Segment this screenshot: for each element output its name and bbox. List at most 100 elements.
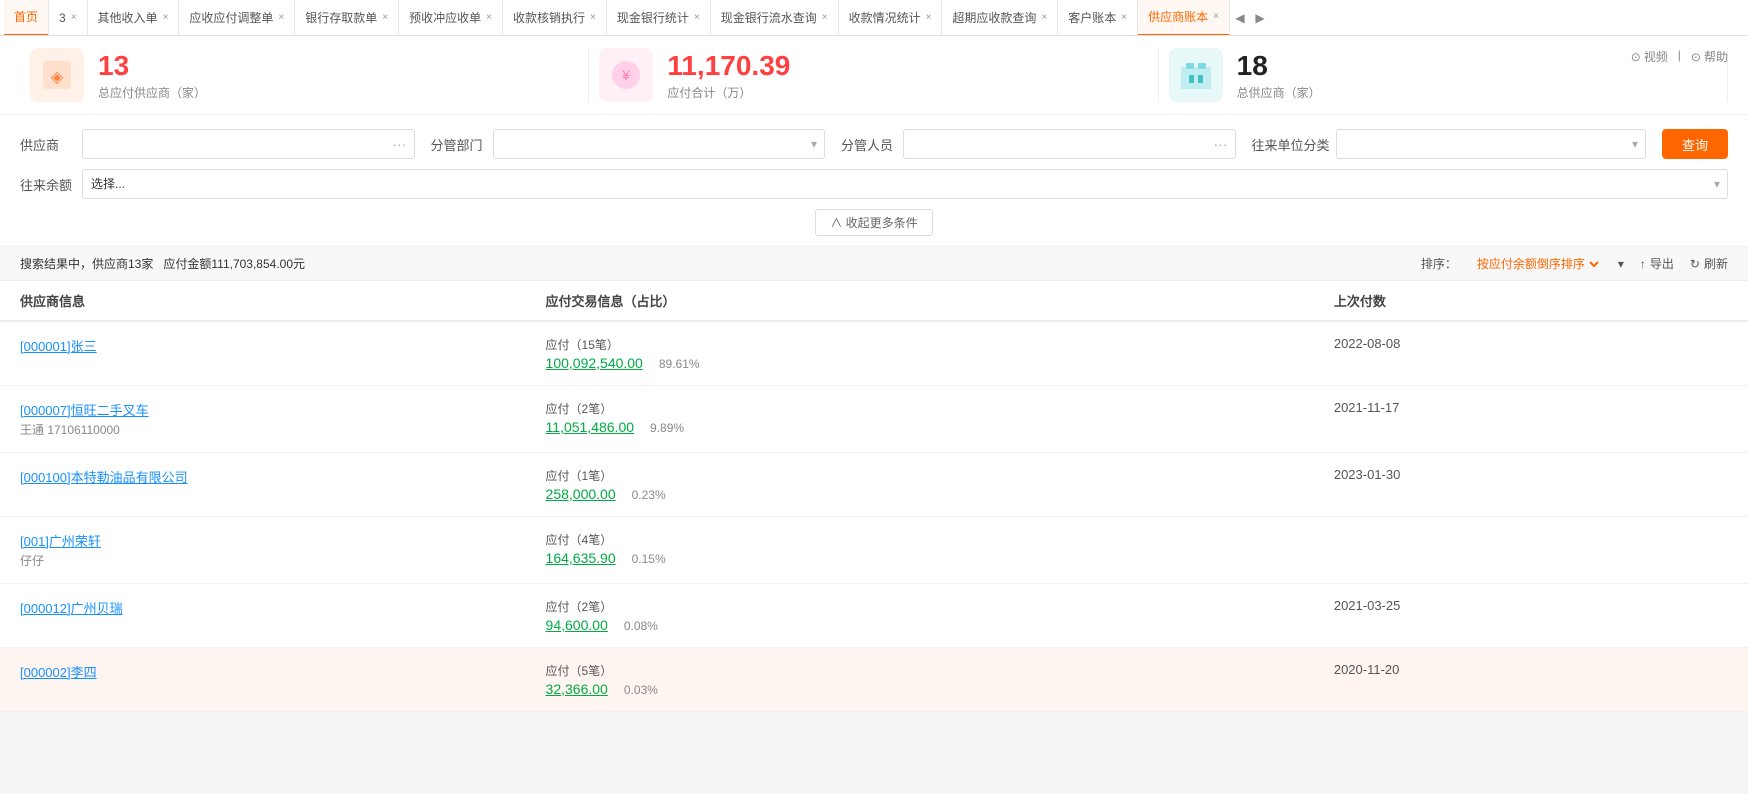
close-icon[interactable]: × — [163, 12, 169, 23]
balance-select-wrap: 选择... ▾ — [82, 169, 1728, 199]
nav-tab-3[interactable]: 3 × — [49, 0, 88, 36]
nav-tab-customer-ledger[interactable]: 客户账本 × — [1058, 0, 1138, 36]
nav-next-button[interactable]: ▶ — [1250, 0, 1270, 36]
trans-amount[interactable]: 100,092,540.00 — [546, 355, 643, 371]
nav-tab-other-income[interactable]: 其他收入单 × — [88, 0, 180, 36]
close-icon[interactable]: × — [926, 12, 932, 23]
payable-total-icon: ¥ — [599, 48, 653, 102]
supplier-link[interactable]: [000007]恒旺二手叉车 — [20, 400, 546, 419]
supplier-link[interactable]: [000012]广州贝瑞 — [20, 598, 546, 617]
close-icon[interactable]: × — [486, 12, 492, 23]
supplier-link[interactable]: [000001]张三 — [20, 336, 546, 355]
close-icon[interactable]: × — [1121, 12, 1127, 23]
help-link[interactable]: ⊙ 帮助 — [1691, 48, 1728, 65]
dept-filter-label: 分管部门 — [431, 135, 487, 154]
table-row: [000007]恒旺二手叉车 王通 17106110000 应付（2笔） 11,… — [0, 386, 1748, 453]
help-links: ⊙ 视频 | ⊙ 帮助 — [1631, 48, 1728, 65]
supplier-cell: [000001]张三 — [20, 336, 546, 355]
sort-select[interactable]: 按应付余额倒序排序 — [1473, 256, 1602, 272]
trans-label: 应付（15笔） — [546, 336, 1334, 353]
trans-amount[interactable]: 11,051,486.00 — [546, 419, 635, 435]
table-row: [000002]李四 应付（5笔） 32,366.00 0.03% 2020-1… — [0, 648, 1748, 712]
nav-tab-collection-stats[interactable]: 收款情况统计 × — [839, 0, 943, 36]
nav-tab-adjustment[interactable]: 应收应付调整单 × — [179, 0, 295, 36]
table-row: [001]广州荣轩 仔仔 应付（4笔） 164,635.90 0.15% — [0, 517, 1748, 584]
top-navigation: 首页 3 × 其他收入单 × 应收应付调整单 × 银行存取款单 × 预收冲应收单… — [0, 0, 1748, 36]
last-pay-date: 2023-01-30 — [1334, 467, 1401, 482]
trans-percent: 9.89% — [650, 421, 684, 435]
person-filter-label: 分管人员 — [841, 135, 897, 154]
video-link[interactable]: ⊙ 视频 — [1631, 48, 1668, 65]
person-input-wrap: ··· — [903, 129, 1236, 159]
close-icon[interactable]: × — [278, 12, 284, 23]
query-button[interactable]: 查询 — [1662, 129, 1728, 159]
help-icon: ⊙ — [1691, 50, 1701, 64]
person-input[interactable] — [903, 129, 1236, 159]
collapse-button[interactable]: ∧ 收起更多条件 — [815, 209, 932, 236]
supplier-link[interactable]: [000002]李四 — [20, 662, 546, 681]
person-dots-icon[interactable]: ··· — [1214, 136, 1228, 152]
nav-tab-cash-stats[interactable]: 现金银行统计 × — [607, 0, 711, 36]
close-icon[interactable]: × — [71, 12, 77, 23]
trans-amount[interactable]: 164,635.90 — [546, 550, 616, 566]
trans-amount[interactable]: 32,366.00 — [546, 681, 608, 697]
svg-text:◈: ◈ — [51, 69, 64, 86]
export-button[interactable]: ↑ 导出 — [1640, 255, 1674, 272]
refresh-button[interactable]: ↻ 刷新 — [1690, 255, 1728, 272]
close-icon[interactable]: × — [1213, 11, 1219, 22]
total-suppliers-label: 总供应商（家） — [1237, 84, 1321, 101]
close-icon[interactable]: × — [694, 12, 700, 23]
supplier-payable-icon: ◈ — [30, 48, 84, 102]
supplier-cell: [001]广州荣轩 仔仔 — [20, 531, 546, 569]
last-pay-date: 2022-08-08 — [1334, 336, 1401, 351]
summary-card-payable-total: ¥ 11,170.39 应付合计（万） — [589, 48, 1158, 102]
close-icon[interactable]: × — [1041, 12, 1047, 23]
refresh-label: 刷新 — [1704, 255, 1728, 272]
trans-percent: 0.23% — [632, 488, 666, 502]
lastpay-cell: 2021-11-17 — [1334, 400, 1728, 415]
supplier-input[interactable] — [82, 129, 415, 159]
trans-amount[interactable]: 94,600.00 — [546, 617, 608, 633]
last-pay-date: 2020-11-20 — [1334, 662, 1400, 677]
supplier-dots-icon[interactable]: ··· — [393, 136, 407, 152]
dept-select[interactable] — [493, 129, 826, 159]
table-row: [000100]本特勒油品有限公司 应付（1笔） 258,000.00 0.23… — [0, 453, 1748, 517]
refresh-icon: ↻ — [1690, 257, 1700, 271]
trans-label: 应付（2笔） — [546, 598, 1334, 615]
sort-direction-icon: ▾ — [1618, 257, 1624, 271]
lastpay-cell: 2020-11-20 — [1334, 662, 1728, 677]
nav-tab-supplier-ledger[interactable]: 供应商账本 × — [1138, 0, 1230, 36]
last-pay-date: 2021-11-17 — [1334, 400, 1400, 415]
balance-filter-label: 往来余额 — [20, 175, 76, 194]
nav-prev-button[interactable]: ◀ — [1230, 0, 1250, 36]
nav-tab-cash-flow[interactable]: 现金银行流水查询 × — [711, 0, 839, 36]
transaction-cell: 应付（15笔） 100,092,540.00 89.61% — [546, 336, 1334, 371]
nav-tab-overdue[interactable]: 超期应收款查询 × — [942, 0, 1058, 36]
table-row: [000012]广州贝瑞 应付（2笔） 94,600.00 0.08% 2021… — [0, 584, 1748, 648]
table-row: [000001]张三 应付（15笔） 100,092,540.00 89.61%… — [0, 322, 1748, 386]
nav-tab-prepay[interactable]: 预收冲应收单 × — [399, 0, 503, 36]
payable-total-amount: 11,170.39 — [667, 49, 790, 83]
results-info: 搜索结果中，供应商13家 应付金额111,703,854.00元 — [20, 255, 305, 272]
nav-tab-home[interactable]: 首页 — [4, 0, 49, 36]
total-suppliers-icon — [1169, 48, 1223, 102]
dept-select-wrap: ▾ — [493, 129, 826, 159]
supplier-link[interactable]: [000100]本特勒油品有限公司 — [20, 467, 546, 486]
balance-select[interactable]: 选择... — [82, 169, 1728, 199]
category-select[interactable] — [1336, 129, 1646, 159]
summary-card-payable-suppliers: ◈ 13 总应付供应商（家） — [20, 48, 589, 102]
supplier-cell: [000007]恒旺二手叉车 王通 17106110000 — [20, 400, 546, 438]
close-icon[interactable]: × — [382, 12, 388, 23]
trans-amount[interactable]: 258,000.00 — [546, 486, 616, 502]
close-icon[interactable]: × — [590, 12, 596, 23]
nav-tab-collection[interactable]: 收款核销执行 × — [503, 0, 607, 36]
close-icon[interactable]: × — [822, 12, 828, 23]
transaction-cell: 应付（4笔） 164,635.90 0.15% — [546, 531, 1334, 566]
results-amount-text: 应付金额111,703,854.00元 — [163, 257, 305, 271]
nav-tab-bank-deposit[interactable]: 银行存取款单 × — [295, 0, 399, 36]
supplier-link[interactable]: [001]广州荣轩 — [20, 531, 546, 550]
filter-category: 往来单位分类 ▾ — [1252, 129, 1647, 159]
filter-row-1: 供应商 ··· 分管部门 ▾ 分管人员 ··· — [20, 129, 1728, 159]
trans-label: 应付（5笔） — [546, 662, 1334, 679]
summary-bar: ◈ 13 总应付供应商（家） ¥ 11,170.39 应付合计（万） — [0, 36, 1748, 115]
